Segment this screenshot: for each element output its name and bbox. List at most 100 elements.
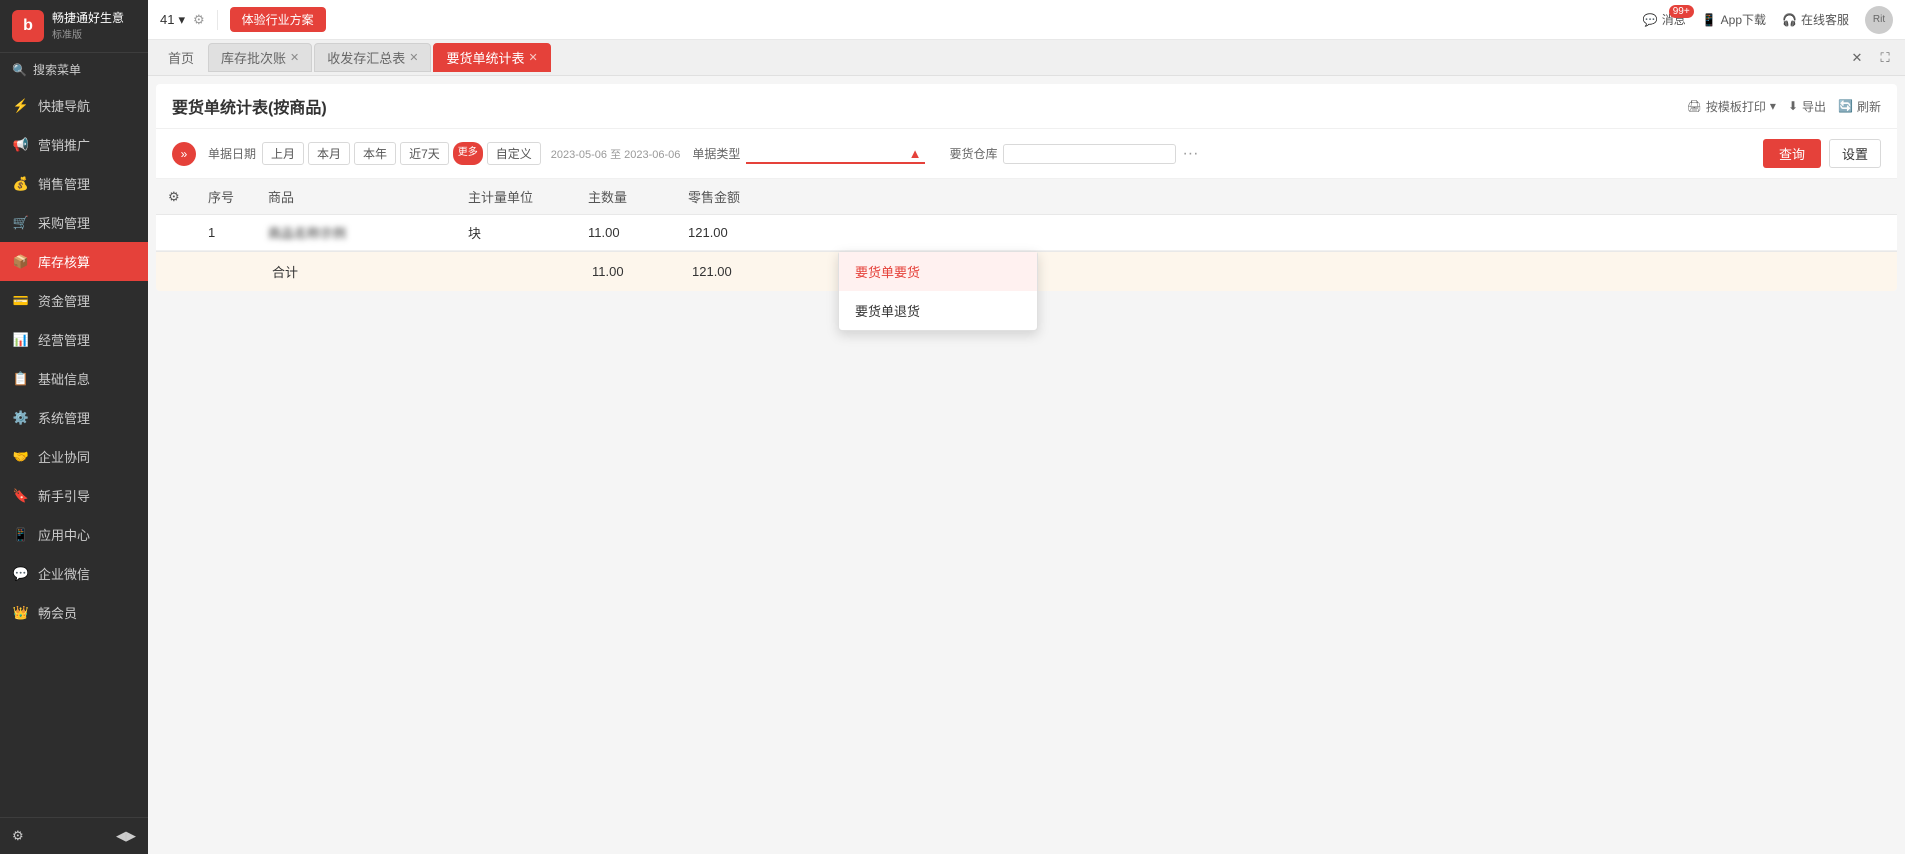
guide-icon: 🔖 [12, 487, 30, 505]
filter-more-btn[interactable]: ··· [1182, 145, 1198, 163]
warehouse-label: 要货仓库 [949, 145, 997, 162]
date-cur-year-btn[interactable]: 本年 [354, 142, 396, 165]
sidebar-item-label: 营销推广 [38, 135, 90, 154]
table-wrapper: ⚙ 序号 商品 主计量单位 主数量 零售金额 [156, 179, 1897, 251]
tab-close-inventory-batch[interactable]: ✕ [290, 51, 299, 64]
sidebar-item-label: 新手引导 [38, 486, 90, 505]
refresh-btn[interactable]: 🔄 刷新 [1838, 98, 1881, 115]
date-prev-month-btn[interactable]: 上月 [262, 142, 304, 165]
query-btn[interactable]: 查询 [1763, 139, 1821, 168]
sidebar-item-app-center[interactable]: 📱 应用中心 [0, 515, 148, 554]
date-last7-btn[interactable]: 近7天 [400, 142, 449, 165]
sidebar-item-operation[interactable]: 📊 经营管理 [0, 320, 148, 359]
collapse-icon[interactable]: ◀▶ [116, 828, 136, 844]
filter-actions: 查询 设置 [1763, 139, 1881, 168]
app-name: 畅捷通好生意 [52, 11, 124, 27]
footer-amount: 121.00 [692, 264, 792, 279]
finance-icon: 💳 [12, 292, 30, 310]
settings-btn[interactable]: 设置 [1829, 139, 1881, 168]
store-chevron-icon: ▾ [178, 12, 185, 28]
sidebar-item-sales[interactable]: 💰 销售管理 [0, 164, 148, 203]
date-more-badge[interactable]: 更多 [453, 142, 483, 165]
tab-inventory-batch[interactable]: 库存批次账 ✕ [208, 43, 312, 72]
top-header: 41 ▾ ⚙ 体验行业方案 💬 消息 99+ 📱 App下载 🎧 在线客服 Ri… [148, 0, 1905, 40]
row-extra-cell [776, 215, 1897, 251]
trial-btn[interactable]: 体验行业方案 [230, 7, 326, 32]
col-settings-icon[interactable]: ⚙ [168, 189, 180, 204]
warehouse-input[interactable] [1003, 144, 1176, 164]
col-amount: 零售金额 [676, 179, 776, 215]
table-header-row: ⚙ 序号 商品 主计量单位 主数量 零售金额 [156, 179, 1897, 215]
footer-label: 合计 [272, 262, 472, 281]
sidebar-item-label: 销售管理 [38, 174, 90, 193]
messages-badge: 99+ [1669, 5, 1694, 18]
operation-icon: 📊 [12, 331, 30, 349]
user-avatar[interactable]: Rit [1865, 6, 1893, 34]
search-menu[interactable]: 🔍 搜索菜单 [0, 53, 148, 86]
print-btn[interactable]: 🖨 按模板打印 ▾ [1687, 98, 1776, 115]
print-label: 按模板打印 [1706, 98, 1766, 115]
tab-inventory-batch-label: 库存批次账 [221, 48, 286, 67]
sidebar-item-enterprise[interactable]: 🤝 企业协同 [0, 437, 148, 476]
sidebar-item-label: 库存核算 [38, 252, 90, 271]
sidebar-item-wechat[interactable]: 💬 企业微信 [0, 554, 148, 593]
app-version: 标准版 [52, 26, 124, 41]
tab-close-all-btn[interactable]: ✕ [1845, 46, 1869, 70]
type-input[interactable] [746, 144, 925, 164]
sidebar-item-label: 快捷导航 [38, 96, 90, 115]
marketing-icon: 📢 [12, 136, 30, 154]
store-selector[interactable]: 41 ▾ [160, 12, 185, 28]
col-unit: 主计量单位 [456, 179, 576, 215]
date-custom-btn[interactable]: 自定义 [487, 142, 541, 165]
type-label: 单据类型 [692, 145, 740, 162]
tab-home-label: 首页 [168, 48, 194, 67]
settings-icon[interactable]: ⚙ [12, 828, 24, 844]
messages-btn[interactable]: 💬 消息 99+ [1643, 11, 1686, 28]
quick-nav-icon: ⚡ [12, 97, 30, 115]
sidebar-item-system[interactable]: ⚙️ 系统管理 [0, 398, 148, 437]
date-cur-month-btn[interactable]: 本月 [308, 142, 350, 165]
sidebar-item-inventory[interactable]: 📦 库存核算 [0, 242, 148, 281]
search-label: 搜索菜单 [33, 61, 81, 78]
type-dropdown: 要货单要货 要货单退货 [838, 251, 1038, 331]
filter-expand-btn[interactable]: » [172, 142, 196, 166]
tab-close-order-stats[interactable]: ✕ [529, 51, 538, 64]
gear-icon[interactable]: ⚙ [193, 12, 205, 28]
sidebar-item-vip[interactable]: 👑 畅会员 [0, 593, 148, 632]
export-icon: ⬇ [1788, 99, 1798, 113]
table-row: 1 商品名称示例 块 11.00 121.00 [156, 215, 1897, 251]
app-download-label: App下载 [1721, 11, 1766, 28]
tab-receipt-summary[interactable]: 收发存汇总表 ✕ [314, 43, 431, 72]
export-btn[interactable]: ⬇ 导出 [1788, 98, 1826, 115]
expand-icon: » [181, 147, 188, 161]
sidebar-item-basic[interactable]: 📋 基础信息 [0, 359, 148, 398]
filter-type-wrapper: ▲ [746, 144, 925, 164]
filter-bar: » 单据日期 上月 本月 本年 近7天 更多 自定义 2023-05-06 至 … [156, 129, 1897, 179]
download-icon: 📱 [1702, 13, 1717, 27]
avatar-img: Rit [1865, 6, 1893, 34]
sidebar-item-label: 企业微信 [38, 564, 90, 583]
tab-expand-btn[interactable]: ⛶ [1873, 46, 1897, 70]
header-right: 💬 消息 99+ 📱 App下载 🎧 在线客服 Rit [1643, 6, 1893, 34]
sidebar-item-guide[interactable]: 🔖 新手引导 [0, 476, 148, 515]
app-download-btn[interactable]: 📱 App下载 [1702, 11, 1766, 28]
tab-close-receipt-summary[interactable]: ✕ [409, 51, 418, 64]
tab-receipt-summary-label: 收发存汇总表 [327, 48, 405, 67]
dropdown-item-return[interactable]: 要货单退货 [839, 291, 1037, 330]
tab-order-stats[interactable]: 要货单统计表 ✕ [433, 43, 550, 72]
sidebar-item-label: 采购管理 [38, 213, 90, 232]
row-settings-cell [156, 215, 196, 251]
sidebar-item-quick-nav[interactable]: ⚡ 快捷导航 [0, 86, 148, 125]
sidebar-item-label: 应用中心 [38, 525, 90, 544]
online-service-btn[interactable]: 🎧 在线客服 [1782, 11, 1849, 28]
tab-home[interactable]: 首页 [156, 44, 206, 71]
print-icon: 🖨 [1687, 99, 1702, 113]
sidebar-nav: ⚡ 快捷导航 📢 营销推广 💰 销售管理 🛒 采购管理 📦 库存核算 💳 资金管… [0, 86, 148, 817]
dropdown-item-order[interactable]: 要货单要货 [839, 252, 1037, 291]
app-logo-icon: b [12, 10, 44, 42]
sidebar-item-finance[interactable]: 💳 资金管理 [0, 281, 148, 320]
sidebar-item-marketing[interactable]: 📢 营销推广 [0, 125, 148, 164]
tab-bar-actions: ✕ ⛶ [1845, 46, 1897, 70]
refresh-icon: 🔄 [1838, 99, 1853, 113]
sidebar-item-purchase[interactable]: 🛒 采购管理 [0, 203, 148, 242]
